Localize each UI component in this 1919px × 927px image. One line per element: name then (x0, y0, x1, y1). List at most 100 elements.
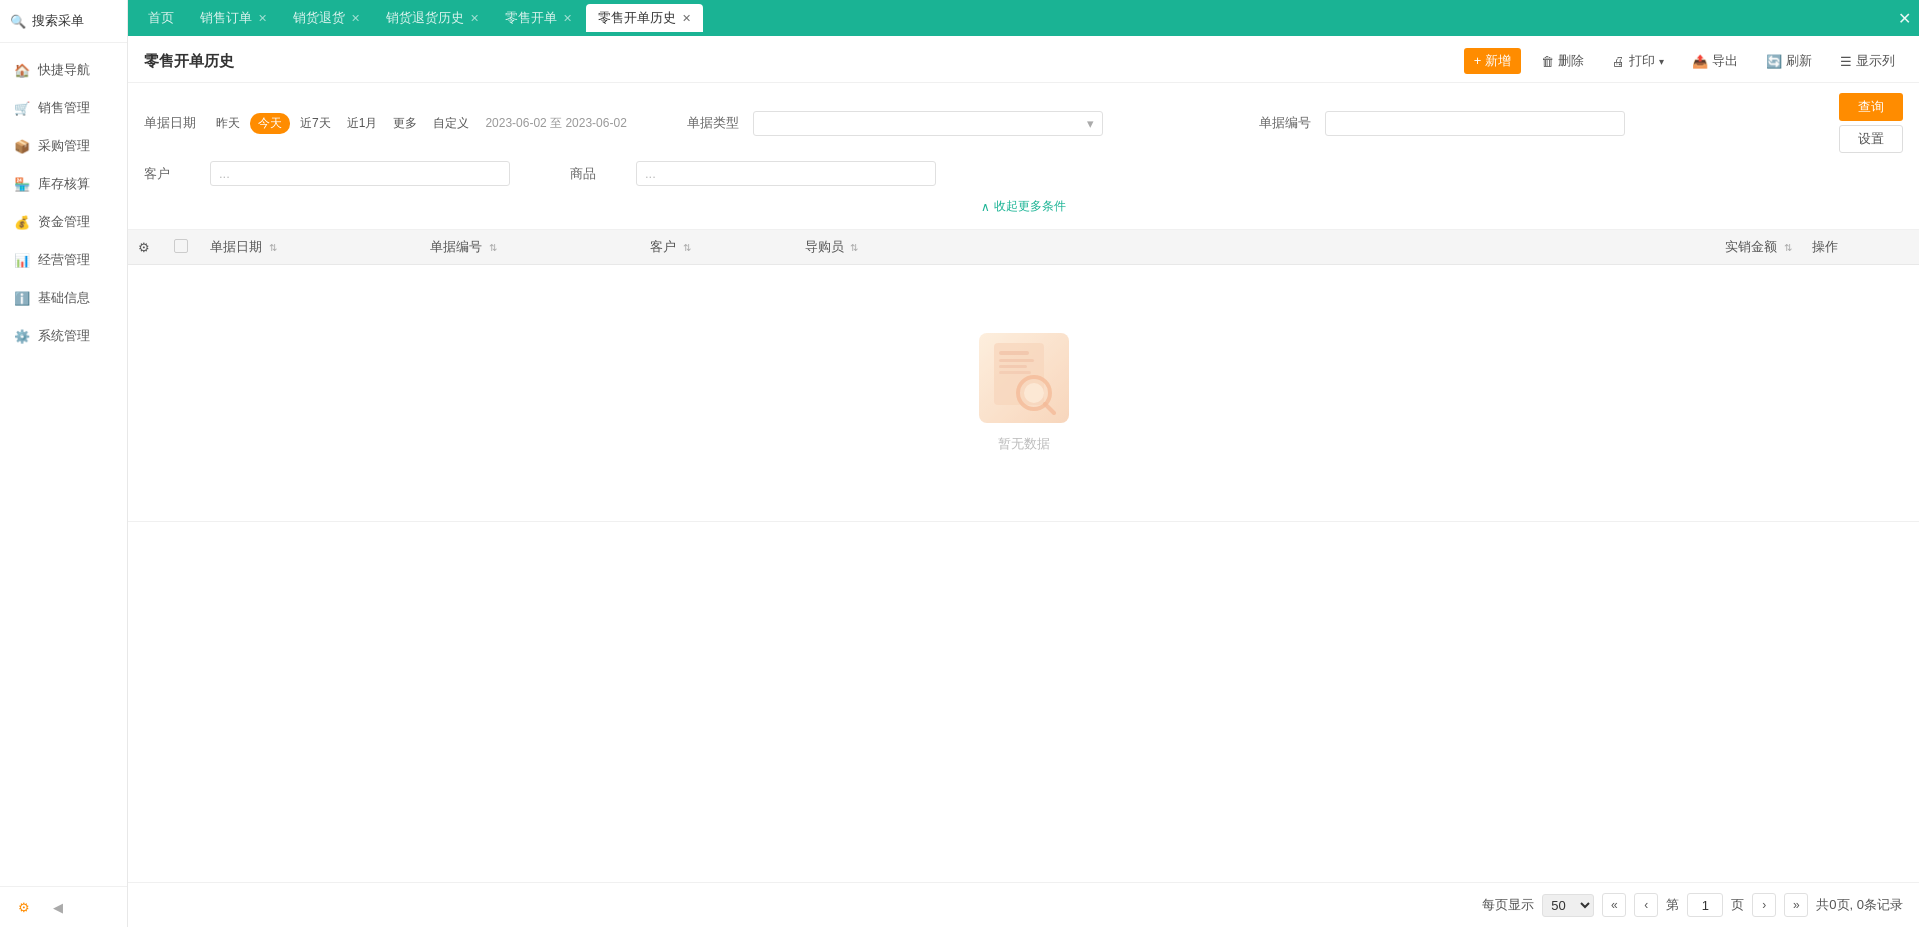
number-filter-input[interactable] (1325, 111, 1625, 136)
current-page-input[interactable]: 1 (1687, 893, 1723, 917)
col-customer[interactable]: 客户 ⇅ (640, 230, 794, 265)
tab-sales-order-close[interactable]: ✕ (258, 12, 267, 25)
display-cols-button[interactable]: ☰ 显示列 (1832, 48, 1903, 74)
filter-row-1: 单据日期 昨天 今天 近7天 近1月 更多 自定义 2023-06-02 至 2… (144, 93, 1903, 153)
col-amount[interactable]: 实销金额 ⇅ (1582, 230, 1802, 265)
refresh-button[interactable]: 🔄 刷新 (1758, 48, 1820, 74)
tab-sales-return-history[interactable]: 销货退货历史 ✕ (374, 4, 491, 32)
tab-bar-right: ✕ (1898, 9, 1911, 28)
col-amount-label: 实销金额 (1725, 239, 1777, 254)
tab-home-label: 首页 (148, 9, 174, 27)
prev-page-button[interactable]: ‹ (1634, 893, 1658, 917)
print-button[interactable]: 🖨 打印 ▾ (1604, 48, 1672, 74)
refresh-label: 刷新 (1786, 52, 1812, 70)
col-amount-sort-icon: ⇅ (1784, 242, 1792, 253)
sidebar-item-label: 库存核算 (38, 175, 90, 193)
sidebar-item-finance[interactable]: 💰 资金管理 (0, 203, 127, 241)
collapse-up-icon: ∧ (981, 200, 990, 214)
query-button[interactable]: 查询 (1839, 93, 1903, 121)
settings-filter-button[interactable]: 设置 (1839, 125, 1903, 153)
table-area: ⚙ 单据日期 ⇅ 单据编号 ⇅ (128, 230, 1919, 882)
customer-filter-select[interactable]: ... (210, 161, 510, 186)
sidebar-item-inventory[interactable]: 🏪 库存核算 (0, 165, 127, 203)
sidebar-search[interactable]: 🔍 搜索采单 (0, 0, 127, 43)
tab-sales-return-history-close[interactable]: ✕ (470, 12, 479, 25)
date-btn-last7[interactable]: 近7天 (294, 113, 337, 134)
sidebar-item-label: 资金管理 (38, 213, 90, 231)
next-page-button[interactable]: › (1752, 893, 1776, 917)
product-filter-select[interactable]: ... (636, 161, 936, 186)
date-btn-today[interactable]: 今天 (250, 113, 290, 134)
sidebar-item-label: 快捷导航 (38, 61, 90, 79)
empty-illustration (979, 333, 1069, 423)
col-spacer (982, 230, 1582, 265)
print-dropdown-icon: ▾ (1659, 56, 1664, 67)
sidebar-item-purchase-mgmt[interactable]: 📦 采购管理 (0, 127, 127, 165)
export-icon: 📤 (1692, 54, 1708, 69)
empty-svg (979, 333, 1069, 423)
tab-sales-order[interactable]: 销售订单 ✕ (188, 4, 279, 32)
col-number[interactable]: 单据编号 ⇅ (420, 230, 640, 265)
delete-button[interactable]: 🗑 删除 (1533, 48, 1592, 74)
delete-icon: 🗑 (1541, 54, 1554, 69)
money-icon: 💰 (14, 214, 30, 230)
col-salesperson[interactable]: 导购员 ⇅ (795, 230, 982, 265)
type-filter-select[interactable]: ▾ (753, 111, 1103, 136)
data-table: ⚙ 单据日期 ⇅ 单据编号 ⇅ (128, 230, 1919, 522)
date-btn-custom[interactable]: 自定义 (427, 113, 475, 134)
first-page-icon: « (1611, 898, 1618, 912)
date-btn-last1m[interactable]: 近1月 (341, 113, 384, 134)
filter-row-2: 客户 ... 商品 ... (144, 161, 1903, 186)
date-btn-more[interactable]: 更多 (387, 113, 423, 134)
chart-icon: 📊 (14, 252, 30, 268)
settings-bottom-icon[interactable]: ⚙ (14, 897, 34, 917)
home-icon: 🏠 (14, 62, 30, 78)
close-window-button[interactable]: ✕ (1898, 9, 1911, 28)
prev-page-icon: ‹ (1644, 898, 1648, 912)
page-title: 零售开单历史 (144, 52, 234, 71)
date-btn-yesterday[interactable]: 昨天 (210, 113, 246, 134)
collapse-filter-label: 收起更多条件 (994, 198, 1066, 215)
sidebar-item-label: 销售管理 (38, 99, 90, 117)
col-settings[interactable]: ⚙ (128, 230, 164, 265)
sidebar-item-label: 系统管理 (38, 327, 90, 345)
shopping-cart-icon: 🛒 (14, 100, 30, 116)
col-date[interactable]: 单据日期 ⇅ (200, 230, 420, 265)
sidebar-item-quick-nav[interactable]: 🏠 快捷导航 (0, 51, 127, 89)
table-header-row: ⚙ 单据日期 ⇅ 单据编号 ⇅ (128, 230, 1919, 265)
tab-retail-open-label: 零售开单 (505, 9, 557, 27)
last-page-button[interactable]: » (1784, 893, 1808, 917)
tab-retail-open-history-label: 零售开单历史 (598, 9, 676, 27)
sidebar-item-base-info[interactable]: ℹ️ 基础信息 (0, 279, 127, 317)
warehouse-icon: 🏪 (14, 176, 30, 192)
first-page-button[interactable]: « (1602, 893, 1626, 917)
tab-home[interactable]: 首页 (136, 4, 186, 32)
sidebar-item-sys-mgmt[interactable]: ⚙️ 系统管理 (0, 317, 127, 355)
tab-retail-open-history-close[interactable]: ✕ (682, 12, 691, 25)
sidebar: 🔍 搜索采单 🏠 快捷导航 🛒 销售管理 📦 采购管理 🏪 库存核算 💰 资金管… (0, 0, 128, 927)
export-button[interactable]: 📤 导出 (1684, 48, 1746, 74)
col-number-sort-icon: ⇅ (489, 242, 497, 253)
svg-rect-4 (999, 371, 1031, 374)
customer-filter-label: 客户 (144, 165, 204, 183)
col-number-label: 单据编号 (430, 239, 482, 254)
toolbar: + 新增 🗑 删除 🖨 打印 ▾ 📤 导出 🔄 刷新 (1464, 48, 1903, 74)
tab-retail-open[interactable]: 零售开单 ✕ (493, 4, 584, 32)
add-button[interactable]: + 新增 (1464, 48, 1521, 74)
product-placeholder: ... (645, 166, 656, 181)
col-date-sort-icon: ⇅ (269, 242, 277, 253)
col-checkbox[interactable] (164, 230, 200, 265)
tab-retail-open-history[interactable]: 零售开单历史 ✕ (586, 4, 703, 32)
sidebar-nav: 🏠 快捷导航 🛒 销售管理 📦 采购管理 🏪 库存核算 💰 资金管理 📊 经营管… (0, 43, 127, 886)
sidebar-bottom: ⚙ ◀ (0, 886, 127, 927)
collapse-filter-bar[interactable]: ∧ 收起更多条件 (144, 194, 1903, 219)
collapse-sidebar-button[interactable]: ◀ (48, 897, 68, 917)
tab-sales-return-close[interactable]: ✕ (351, 12, 360, 25)
select-all-checkbox[interactable] (174, 239, 188, 253)
sidebar-item-operations[interactable]: 📊 经营管理 (0, 241, 127, 279)
tab-sales-return[interactable]: 销货退货 ✕ (281, 4, 372, 32)
sidebar-item-label: 基础信息 (38, 289, 90, 307)
sidebar-item-sales-mgmt[interactable]: 🛒 销售管理 (0, 89, 127, 127)
tab-retail-open-close[interactable]: ✕ (563, 12, 572, 25)
per-page-select[interactable]: 50 100 200 (1542, 894, 1594, 917)
